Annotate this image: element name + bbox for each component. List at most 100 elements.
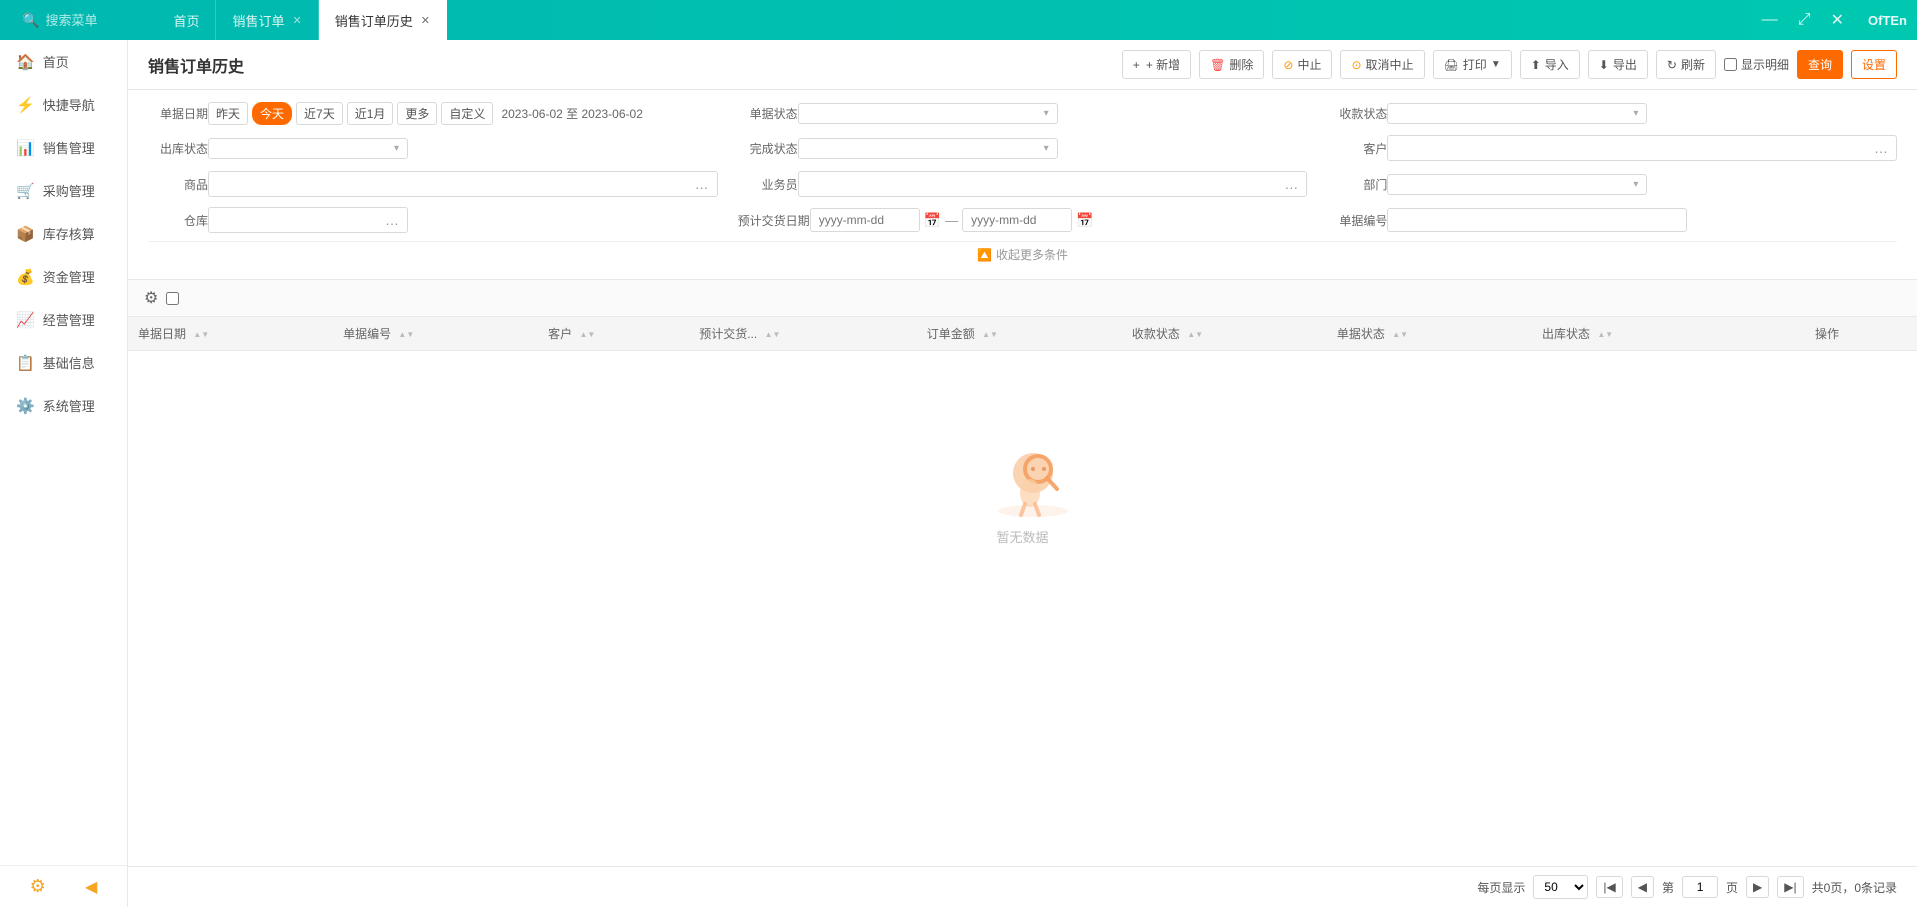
sort-bill-no-icon[interactable]: ▲▼ — [398, 330, 414, 339]
delivery-date-range: 📅 — 📅 — [810, 208, 1094, 232]
pagination-bar: 每页显示 20 50 100 |◀ ◀ 第 页 ▶ ▶| 共0页，0条记录 — [128, 866, 1917, 907]
print-icon: 🖨 — [1444, 58, 1459, 72]
per-page-select[interactable]: 20 50 100 — [1533, 875, 1588, 899]
bill-status-select[interactable]: ▾ — [798, 103, 1058, 124]
sort-delivery-date-icon[interactable]: ▲▼ — [765, 330, 781, 339]
date-today-btn[interactable]: 今天 — [252, 102, 292, 125]
date-more-btn[interactable]: 更多 — [397, 102, 437, 125]
bill-no-input[interactable] — [1387, 208, 1687, 232]
salesman-input[interactable]: … — [798, 171, 1308, 197]
main-layout: 🏠 首页 ⚡ 快捷导航 📊 销售管理 🛒 采购管理 📦 库存核算 💰 资金管理 … — [0, 40, 1917, 907]
print-button[interactable]: 🖨 打印 ▼ — [1433, 50, 1512, 79]
dept-select[interactable]: ▾ — [1387, 174, 1647, 195]
delivery-status-select[interactable]: ▾ — [208, 138, 408, 159]
quick-nav-icon: ⚡ — [16, 96, 35, 114]
sort-delivery-status-icon[interactable]: ▲▼ — [1597, 330, 1613, 339]
sidebar-item-inventory[interactable]: 📦 库存核算 — [0, 212, 127, 255]
delivery-date-label: 预计交货日期 — [738, 212, 810, 229]
date-yesterday-btn[interactable]: 昨天 — [208, 102, 248, 125]
tab-home[interactable]: 首页 — [157, 0, 216, 40]
export-icon: ⬇ — [1599, 58, 1609, 72]
sidebar-item-sales[interactable]: 📊 销售管理 — [0, 126, 127, 169]
print-arrow-icon: ▼ — [1491, 59, 1501, 70]
window-minimize[interactable]: — — [1756, 11, 1784, 29]
warehouse-input[interactable]: … — [208, 207, 408, 233]
sidebar-item-purchase[interactable]: 🛒 采购管理 — [0, 169, 127, 212]
sort-date-icon[interactable]: ▲▼ — [193, 330, 209, 339]
sidebar-item-home[interactable]: 🏠 首页 — [0, 40, 127, 83]
sidebar-item-finance-label: 资金管理 — [43, 267, 95, 286]
settings-label: 设置 — [1862, 56, 1886, 73]
payment-status-label: 收款状态 — [1327, 105, 1387, 122]
sort-payment-status-icon[interactable]: ▲▼ — [1187, 330, 1203, 339]
payment-status-select[interactable]: ▾ — [1387, 103, 1647, 124]
sidebar-item-system[interactable]: ⚙️ 系统管理 — [0, 384, 127, 427]
salesman-label: 业务员 — [738, 176, 798, 193]
customer-dots: … — [1874, 140, 1888, 156]
stop-button[interactable]: ⊘ 中止 — [1272, 50, 1332, 79]
bill-status-section: 单据状态 ▾ — [738, 103, 1308, 124]
goods-label: 商品 — [148, 176, 208, 193]
window-close[interactable]: ✕ — [1825, 10, 1850, 30]
calendar-end-icon[interactable]: 📅 — [1076, 212, 1093, 229]
window-maximize[interactable]: ⤢ — [1792, 11, 1817, 29]
page-first-btn[interactable]: |◀ — [1596, 876, 1622, 898]
header-actions: + + 新增 🗑 删除 ⊘ 中止 ⊙ 取消中止 🖨 打印 — [1122, 50, 1897, 79]
table-head: 单据日期 ▲▼ 单据编号 ▲▼ 客户 ▲▼ 预计交货... — [128, 317, 1917, 351]
sidebar-item-quick-nav[interactable]: ⚡ 快捷导航 — [0, 83, 127, 126]
collapse-filter-bar[interactable]: 🔼 收起更多条件 — [148, 241, 1897, 267]
select-all-checkbox[interactable] — [166, 292, 179, 305]
content-area: 销售订单历史 + + 新增 🗑 删除 ⊘ 中止 ⊙ 取消中止 — [128, 40, 1917, 907]
page-next-btn[interactable]: ▶ — [1746, 876, 1769, 898]
sidebar-item-operation[interactable]: 📈 经营管理 — [0, 298, 127, 341]
delivery-date-start-input[interactable] — [810, 208, 920, 232]
tab-sales-history[interactable]: 销售订单历史 ✕ — [319, 0, 447, 40]
table-config-icon[interactable]: ⚙ — [144, 288, 158, 308]
operation-icon: 📈 — [16, 311, 35, 329]
date-1month-btn[interactable]: 近1月 — [347, 102, 394, 125]
goods-input[interactable]: … — [208, 171, 718, 197]
sort-customer-icon[interactable]: ▲▼ — [579, 330, 595, 339]
date-7days-btn[interactable]: 近7天 — [296, 102, 343, 125]
delete-button[interactable]: 🗑 删除 — [1199, 50, 1264, 79]
empty-state: 暂无数据 — [128, 351, 1917, 626]
cancel-stop-button[interactable]: ⊙ 取消中止 — [1340, 50, 1424, 79]
total-info: 共0页，0条记录 — [1812, 879, 1897, 896]
sort-amount-icon[interactable]: ▲▼ — [982, 330, 998, 339]
sidebar-settings-icon[interactable]: ⚙ — [30, 876, 46, 897]
filter-area: 单据日期 昨天 今天 近7天 近1月 更多 自定义 2023-06-02 至 2… — [128, 90, 1917, 280]
sidebar-collapse-icon[interactable]: ◀ — [85, 877, 97, 897]
search-area[interactable]: 🔍 — [10, 12, 157, 29]
page-last-btn[interactable]: ▶| — [1777, 876, 1803, 898]
complete-status-section: 完成状态 ▾ — [738, 138, 1308, 159]
tab-sales-history-close[interactable]: ✕ — [421, 14, 430, 27]
export-button[interactable]: ⬇ 导出 — [1588, 50, 1648, 79]
complete-status-select[interactable]: ▾ — [798, 138, 1058, 159]
search-input[interactable] — [45, 13, 145, 28]
display-detail-checkbox[interactable]: 显示明细 — [1724, 56, 1789, 73]
sidebar-item-finance[interactable]: 💰 资金管理 — [0, 255, 127, 298]
tab-sales-order[interactable]: 销售订单 ✕ — [216, 0, 318, 40]
tab-home-label: 首页 — [173, 11, 199, 30]
delivery-date-end-input[interactable] — [962, 208, 1072, 232]
sidebar-item-purchase-label: 采购管理 — [43, 181, 95, 200]
add-button[interactable]: + + 新增 — [1122, 50, 1191, 79]
tab-sales-order-close[interactable]: ✕ — [292, 14, 301, 27]
bill-status-chevron: ▾ — [1044, 108, 1049, 119]
filter-row-3: 商品 … 业务员 … 部门 — [148, 171, 1897, 197]
sort-bill-status-icon[interactable]: ▲▼ — [1392, 330, 1408, 339]
page-prev-btn[interactable]: ◀ — [1631, 876, 1654, 898]
query-button[interactable]: 查询 — [1797, 50, 1843, 79]
date-custom-btn[interactable]: 自定义 — [441, 102, 493, 125]
delivery-status-chevron: ▾ — [394, 143, 399, 154]
refresh-icon: ↻ — [1667, 58, 1677, 72]
customer-input[interactable]: … — [1387, 135, 1897, 161]
refresh-button[interactable]: ↻ 刷新 — [1656, 50, 1716, 79]
import-button[interactable]: ⬆ 导入 — [1520, 50, 1580, 79]
sidebar-item-basic-info[interactable]: 📋 基础信息 — [0, 341, 127, 384]
display-detail-input[interactable] — [1724, 58, 1737, 71]
settings-button[interactable]: 设置 — [1851, 50, 1897, 79]
calendar-start-icon[interactable]: 📅 — [924, 212, 941, 229]
page-input[interactable] — [1682, 876, 1718, 898]
sales-icon: 📊 — [16, 139, 35, 157]
